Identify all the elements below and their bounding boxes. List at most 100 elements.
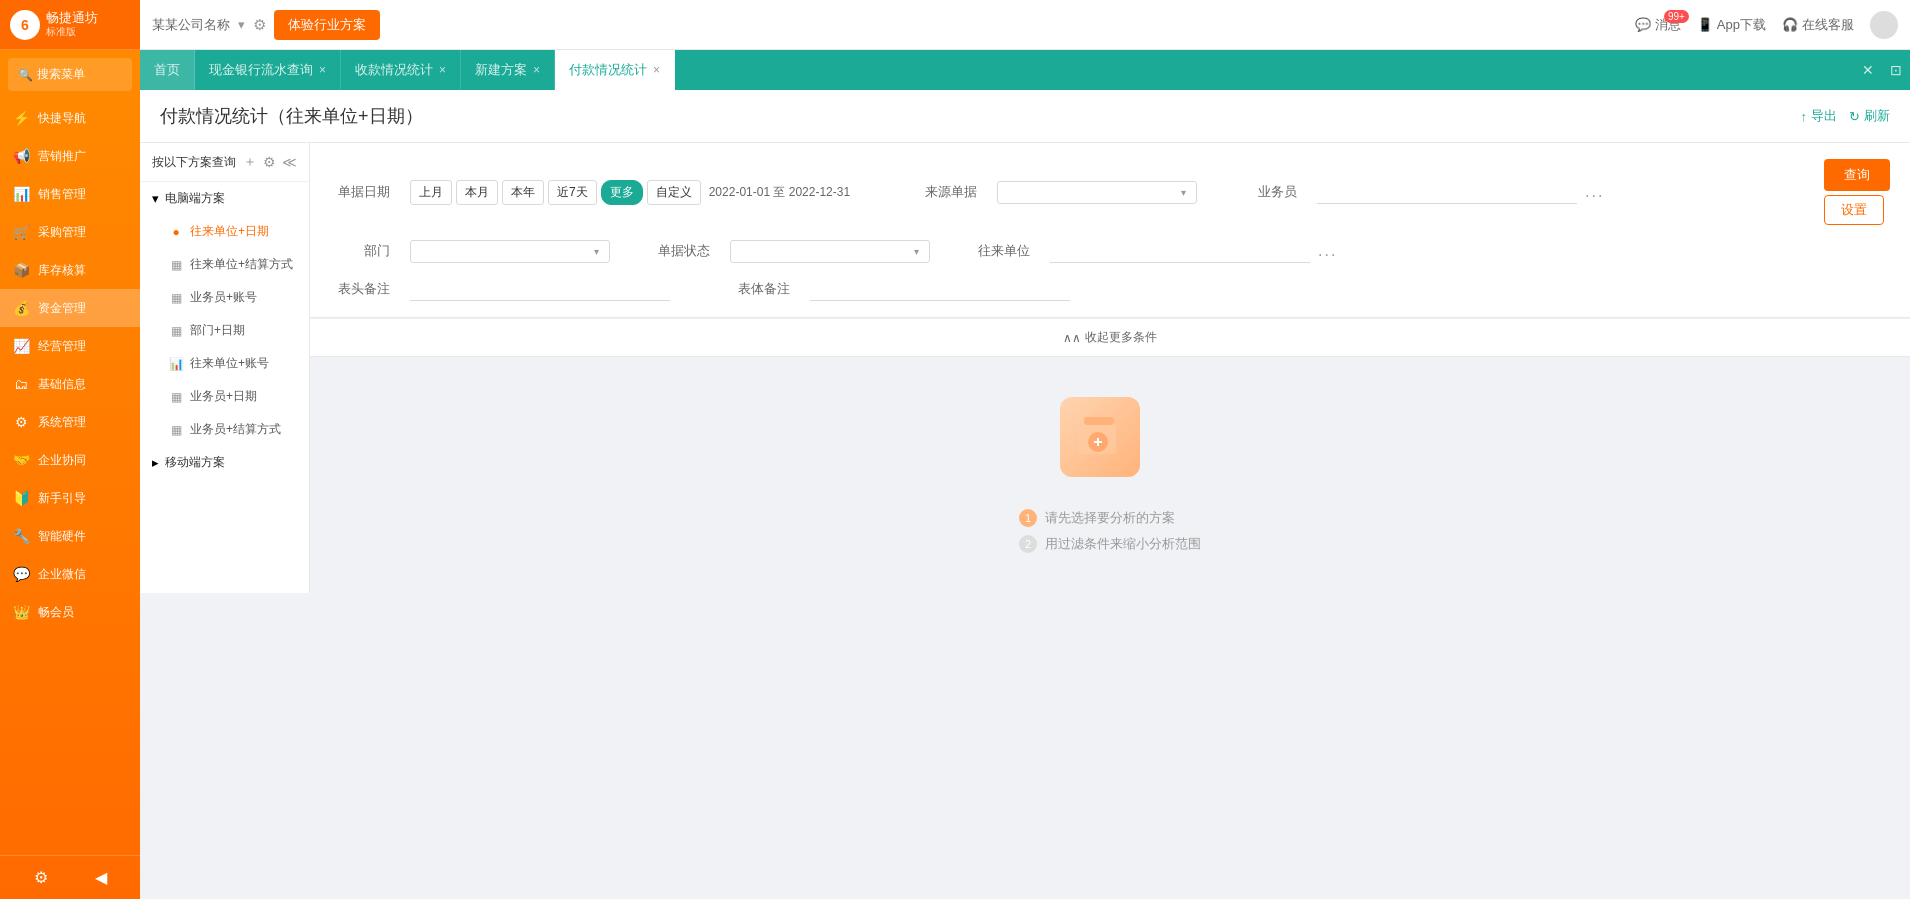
search-menu[interactable]: 🔍 搜索菜单	[8, 58, 132, 91]
body-note-content	[810, 277, 1890, 301]
nav-icon-wechat: 💬	[12, 565, 30, 583]
doc-status-filter-content: ▾	[730, 240, 950, 263]
partner-input[interactable]	[1050, 239, 1310, 263]
date-label: 单据日期	[330, 183, 390, 201]
scheme-section-desktop[interactable]: ▾ 电脑端方案	[140, 182, 309, 215]
sidebar-item-hardware[interactable]: 🔧 智能硬件	[0, 517, 140, 555]
sidebar-item-finance[interactable]: 💰 资金管理	[0, 289, 140, 327]
body-note-label: 表体备注	[730, 280, 790, 298]
sidebar-item-inventory[interactable]: 📦 库存核算	[0, 251, 140, 289]
staff-input[interactable]	[1317, 180, 1577, 204]
doc-status-select[interactable]: ▾	[730, 240, 930, 263]
dept-select[interactable]: ▾	[410, 240, 610, 263]
tab-new-scheme[interactable]: 新建方案 ×	[461, 50, 555, 90]
nav-label-inventory: 库存核算	[38, 262, 86, 279]
scheme-item-icon-1: ▦	[168, 257, 184, 273]
tab-close-all-btn[interactable]: ✕	[1854, 62, 1882, 78]
scheme-panel: 按以下方案查询 ＋ ⚙ ≪ ▾ 电脑端方案 ● 往来单位+日期	[140, 143, 310, 593]
sidebar-item-sales[interactable]: 📊 销售管理	[0, 175, 140, 213]
user-avatar[interactable]	[1870, 11, 1898, 39]
date-custom-btn[interactable]: 自定义	[647, 180, 701, 205]
tab-new-scheme-close[interactable]: ×	[533, 63, 540, 77]
date-this-month-btn[interactable]: 本月	[456, 180, 498, 205]
topbar-gear-icon[interactable]: ⚙	[253, 16, 266, 34]
tab-payment-stat[interactable]: 付款情况统计 ×	[555, 50, 675, 90]
sidebar: 6 畅捷通坊 标准版 🔍 搜索菜单 ⚡ 快捷导航 📢 营销推广 📊 销售管理 🛒…	[0, 0, 140, 899]
sidebar-item-basic-info[interactable]: 🗂 基础信息	[0, 365, 140, 403]
trial-btn[interactable]: 体验行业方案	[274, 10, 380, 40]
sidebar-item-enterprise[interactable]: 🤝 企业协同	[0, 441, 140, 479]
query-btn[interactable]: 查询	[1824, 159, 1890, 191]
doc-status-label: 单据状态	[650, 242, 710, 260]
tab-bank-flow-close[interactable]: ×	[319, 63, 326, 77]
company-dropdown-icon[interactable]: ▾	[238, 17, 245, 32]
source-select[interactable]: ▾	[997, 181, 1197, 204]
scheme-mobile-title: 移动端方案	[165, 454, 225, 471]
refresh-btn[interactable]: ↻ 刷新	[1849, 107, 1890, 125]
scheme-item-partner-settle-label: 往来单位+结算方式	[190, 256, 293, 273]
header-note-input[interactable]	[410, 277, 670, 301]
nav-icon-member: 👑	[12, 603, 30, 621]
tab-receipts-stat-close[interactable]: ×	[439, 63, 446, 77]
staff-dots[interactable]: ...	[1585, 183, 1604, 201]
scheme-settings-btn[interactable]: ⚙	[263, 153, 276, 171]
settings-btn[interactable]: 设置	[1824, 195, 1884, 225]
tab-payment-stat-label: 付款情况统计	[569, 61, 647, 79]
scheme-collapse-btn[interactable]: ≪	[282, 153, 297, 171]
date-more-btn[interactable]: 更多	[601, 180, 643, 205]
sidebar-item-marketing[interactable]: 📢 营销推广	[0, 137, 140, 175]
export-btn[interactable]: ↑ 导出	[1801, 107, 1838, 125]
main-view: 单据日期 上月 本月 本年 近7天 更多 自定义 20	[310, 143, 1910, 593]
tab-bank-flow[interactable]: 现金银行流水查询 ×	[195, 50, 341, 90]
app-icon: 📱	[1697, 17, 1713, 32]
tab-receipts-stat[interactable]: 收款情况统计 ×	[341, 50, 461, 90]
tab-maximize-btn[interactable]: ⊡	[1882, 62, 1910, 78]
tab-home[interactable]: 首页	[140, 50, 195, 90]
nav-label-basic-info: 基础信息	[38, 376, 86, 393]
scheme-item-dept-date[interactable]: ▦ 部门+日期	[140, 314, 309, 347]
sidebar-item-wechat[interactable]: 💬 企业微信	[0, 555, 140, 593]
scheme-item-staff-account[interactable]: ▦ 业务员+账号	[140, 281, 309, 314]
partner-label: 往来单位	[970, 242, 1030, 260]
sidebar-item-operation[interactable]: 📈 经营管理	[0, 327, 140, 365]
filter-panel: 单据日期 上月 本月 本年 近7天 更多 自定义 20	[310, 143, 1910, 318]
sidebar-item-guide[interactable]: 🔰 新手引导	[0, 479, 140, 517]
collapse-sidebar-icon[interactable]: ◀	[95, 868, 107, 887]
collapse-btn[interactable]: ∧∧ 收起更多条件	[1063, 329, 1157, 346]
messages-btn[interactable]: 💬 消息 99+	[1635, 16, 1681, 34]
source-label: 来源单据	[917, 183, 977, 201]
scheme-item-partner-settle[interactable]: ▦ 往来单位+结算方式	[140, 248, 309, 281]
scheme-desktop-arrow: ▾	[152, 191, 159, 206]
scheme-item-icon-4: 📊	[168, 356, 184, 372]
sidebar-item-member[interactable]: 👑 畅会员	[0, 593, 140, 631]
date-last-month-btn[interactable]: 上月	[410, 180, 452, 205]
scheme-item-staff-date[interactable]: ▦ 业务员+日期	[140, 380, 309, 413]
sidebar-item-purchase[interactable]: 🛒 采购管理	[0, 213, 140, 251]
tab-payment-stat-close[interactable]: ×	[653, 63, 660, 77]
scheme-section-mobile[interactable]: ▸ 移动端方案	[140, 446, 309, 479]
scheme-item-partner-date[interactable]: ● 往来单位+日期	[140, 215, 309, 248]
date-this-year-btn[interactable]: 本年	[502, 180, 544, 205]
date-last7-btn[interactable]: 近7天	[548, 180, 597, 205]
sidebar-footer: ⚙ ◀	[0, 855, 140, 899]
app-download-btn[interactable]: 📱 App下载	[1697, 16, 1766, 34]
service-btn[interactable]: 🎧 在线客服	[1782, 16, 1854, 34]
scheme-header-icons: ＋ ⚙ ≪	[243, 153, 297, 171]
sidebar-item-system[interactable]: ⚙ 系统管理	[0, 403, 140, 441]
body-note-input[interactable]	[810, 277, 1070, 301]
sidebar-item-quick-nav[interactable]: ⚡ 快捷导航	[0, 99, 140, 137]
scheme-add-btn[interactable]: ＋	[243, 153, 257, 171]
sidebar-nav: ⚡ 快捷导航 📢 营销推广 📊 销售管理 🛒 采购管理 📦 库存核算 💰 资金管…	[0, 99, 140, 855]
nav-icon-inventory: 📦	[12, 261, 30, 279]
scheme-item-partner-account[interactable]: 📊 往来单位+账号	[140, 347, 309, 380]
scheme-item-staff-settle[interactable]: ▦ 业务员+结算方式	[140, 413, 309, 446]
tip-num-2: 2	[1019, 535, 1037, 553]
nav-icon-sales: 📊	[12, 185, 30, 203]
scheme-item-icon-6: ▦	[168, 422, 184, 438]
svg-rect-1	[1084, 417, 1114, 425]
settings-icon[interactable]: ⚙	[34, 868, 48, 887]
partner-dots[interactable]: ...	[1318, 242, 1337, 260]
partner-filter-content: ...	[1050, 239, 1890, 263]
sidebar-logo: 6 畅捷通坊 标准版	[0, 0, 140, 50]
nav-label-enterprise: 企业协同	[38, 452, 86, 469]
